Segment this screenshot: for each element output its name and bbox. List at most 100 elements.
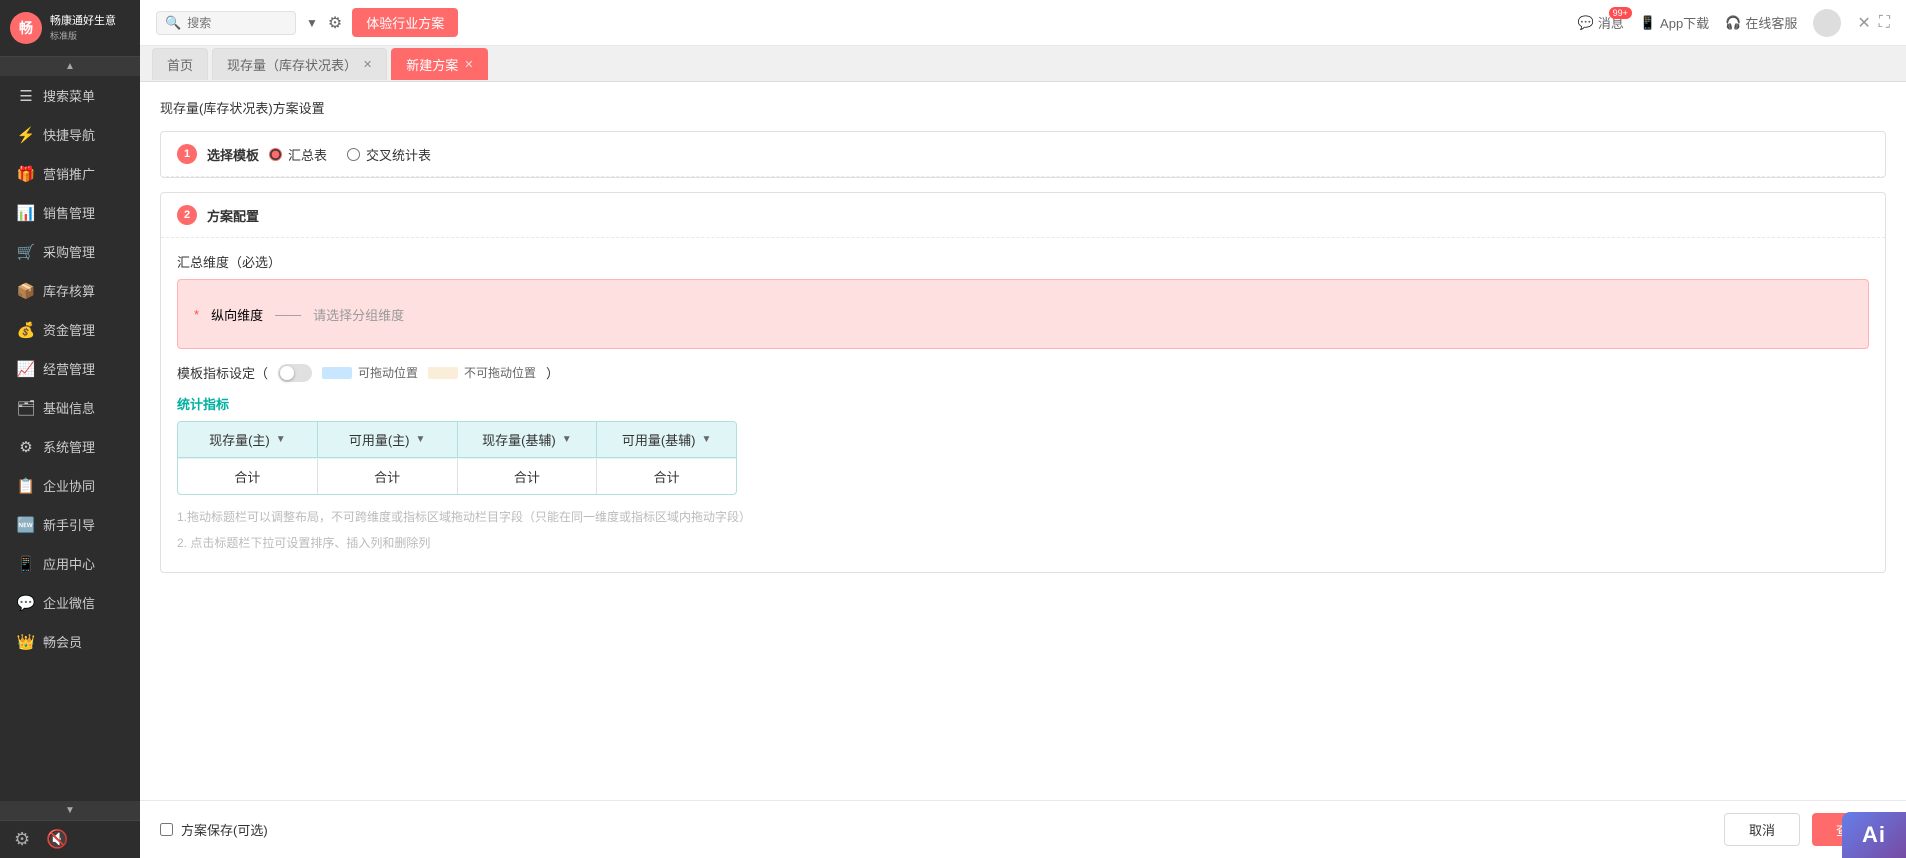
sidebar-item-label: 新手引导 xyxy=(43,515,95,534)
tab-home[interactable]: 首页 xyxy=(152,48,208,80)
topbar-right: 💬 消息 99+ 📱 App下载 🎧 在线客服 ✕ ⛶ xyxy=(1578,9,1890,37)
sidebar-item-inventory[interactable]: 📦 库存核算 xyxy=(0,271,140,310)
topbar-gear-icon[interactable]: ⚙ xyxy=(328,13,342,33)
sidebar-item-label: 系统管理 xyxy=(43,437,95,456)
search-icon: 🔍 xyxy=(165,15,181,31)
dimension-box[interactable]: * 纵向维度 —— 请选择分组维度 xyxy=(177,279,1869,349)
step2-body: 汇总维度（必选） * 纵向维度 —— 请选择分组维度 模板指标设定（ xyxy=(161,238,1885,572)
sidebar-item-label: 畅会员 xyxy=(43,632,82,651)
app-download-badge[interactable]: 📱 App下载 xyxy=(1640,13,1709,32)
step2-badge: 2 xyxy=(177,205,197,225)
sidebar-item-system[interactable]: ⚙ 系统管理 xyxy=(0,427,140,466)
ai-badge[interactable]: Ai xyxy=(1842,812,1906,858)
app-edition: 标准版 xyxy=(50,29,116,42)
volume-icon[interactable]: 🔇 xyxy=(46,829,68,850)
step2-header: 2 方案配置 xyxy=(161,193,1885,238)
radio-cross[interactable]: 交叉统计表 xyxy=(347,145,431,164)
app-download-label: App下载 xyxy=(1660,13,1709,32)
stats-header-cell-1[interactable]: 可用量(主) ▼ xyxy=(318,422,458,457)
close-icon[interactable]: ✕ xyxy=(1857,13,1870,33)
draggable-legend-label: 可拖动位置 xyxy=(358,364,418,381)
step2-title: 方案配置 xyxy=(207,206,259,225)
inventory-status-tab-label: 现存量（库存状况表） xyxy=(227,55,357,74)
stats-header-cell-0[interactable]: 现存量(主) ▼ xyxy=(178,422,318,457)
tab-inventory-status[interactable]: 现存量（库存状况表） ✕ xyxy=(212,48,387,80)
tab-close-new-plan[interactable]: ✕ xyxy=(464,58,473,71)
sidebar-item-member[interactable]: 👑 畅会员 xyxy=(0,622,140,661)
draggable-color-box xyxy=(322,367,352,379)
step1-title: 选择模板 xyxy=(207,145,259,164)
stats-col-1-label: 可用量(主) xyxy=(349,430,410,449)
headset-icon: 🎧 xyxy=(1725,15,1741,31)
window-controls: ✕ ⛶ xyxy=(1857,13,1890,33)
fixed-legend: 不可拖动位置 xyxy=(428,364,536,381)
stats-header-cell-3[interactable]: 可用量(基辅) ▼ xyxy=(597,422,736,457)
topbar: 🔍 ▼ ⚙ 体验行业方案 💬 消息 99+ 📱 App下载 🎧 在线客服 xyxy=(140,0,1906,46)
user-avatar[interactable] xyxy=(1813,9,1841,37)
sidebar-item-wechat[interactable]: 💬 企业微信 xyxy=(0,583,140,622)
chevron-down-icon-1: ▼ xyxy=(416,434,426,445)
cancel-button[interactable]: 取消 xyxy=(1724,813,1800,846)
contract-icon: 📋 xyxy=(17,477,35,495)
sidebar-item-finance[interactable]: 💰 资金管理 xyxy=(0,310,140,349)
stats-cell-0-2: 合计 xyxy=(458,459,598,494)
online-service-badge[interactable]: 🎧 在线客服 xyxy=(1725,13,1797,32)
sidebar-item-label: 营销推广 xyxy=(43,164,95,183)
fixed-legend-label: 不可拖动位置 xyxy=(464,364,536,381)
search-menu-icon: ☰ xyxy=(17,87,35,105)
sidebar-nav: ☰ 搜索菜单 ⚡ 快捷导航 🎁 营销推广 📊 销售管理 🛒 采购管理 📦 库存核… xyxy=(0,76,140,801)
tab-close-inventory[interactable]: ✕ xyxy=(363,58,372,71)
stats-header: 现存量(主) ▼ 可用量(主) ▼ 现存量(基辅) ▼ xyxy=(178,422,736,458)
step1-badge: 1 xyxy=(177,144,197,164)
sidebar-item-sales[interactable]: 📊 销售管理 xyxy=(0,193,140,232)
topbar-search-box[interactable]: 🔍 xyxy=(156,11,296,35)
dimension-row: * 纵向维度 —— 请选择分组维度 xyxy=(194,305,404,324)
sidebar-item-basic[interactable]: 🗂 基础信息 xyxy=(0,388,140,427)
radio-cross-input[interactable] xyxy=(347,148,360,161)
quick-nav-icon: ⚡ xyxy=(17,126,35,144)
sidebar-item-quick-nav[interactable]: ⚡ 快捷导航 xyxy=(0,115,140,154)
radio-summary-input[interactable] xyxy=(269,148,282,161)
message-icon: 💬 xyxy=(1578,15,1594,31)
chevron-down-icon-2: ▼ xyxy=(562,434,572,445)
tip-1: 1.拖动标题栏可以调整布局，不可跨维度或指标区域拖动栏目字段（只能在同一维度或指… xyxy=(177,507,1869,529)
topbar-dropdown[interactable]: ▼ xyxy=(306,16,318,30)
stats-col-0-label: 现存量(主) xyxy=(209,430,270,449)
chevron-down-icon-3: ▼ xyxy=(702,434,712,445)
indicator-setting-label: 模板指标设定（ xyxy=(177,363,268,382)
save-checkbox[interactable] xyxy=(160,823,173,836)
sidebar-item-marketing[interactable]: 🎁 营销推广 xyxy=(0,154,140,193)
step1-section: 1 选择模板 汇总表 交叉统计表 xyxy=(160,131,1886,178)
appstore-icon: 📱 xyxy=(17,555,35,573)
sidebar-item-contract[interactable]: 📋 企业协同 xyxy=(0,466,140,505)
sidebar-item-search-menu[interactable]: ☰ 搜索菜单 xyxy=(0,76,140,115)
draggable-toggle[interactable] xyxy=(278,364,312,382)
sidebar-item-label: 资金管理 xyxy=(43,320,95,339)
settings-icon[interactable]: ⚙ xyxy=(14,829,30,850)
content-area: 现存量(库存状况表)方案设置 1 选择模板 汇总表 交叉统计表 xyxy=(140,82,1906,800)
sidebar-item-label: 快捷导航 xyxy=(43,125,95,144)
sidebar-item-newbie[interactable]: 🆕 新手引导 xyxy=(0,505,140,544)
wechat-icon: 💬 xyxy=(17,594,35,612)
indicator-settings-area: 模板指标设定（ 可拖动位置 不可拖动位置 ） xyxy=(177,363,1869,554)
new-plan-tab-label: 新建方案 xyxy=(406,55,458,74)
radio-summary[interactable]: 汇总表 xyxy=(269,145,327,164)
stats-col-2-label: 现存量(基辅) xyxy=(482,430,556,449)
trial-button[interactable]: 体验行业方案 xyxy=(352,8,458,37)
tab-new-plan[interactable]: 新建方案 ✕ xyxy=(391,48,488,80)
sidebar-scroll-down[interactable]: ▼ xyxy=(0,801,140,820)
basic-icon: 🗂 xyxy=(17,399,35,417)
expand-icon[interactable]: ⛶ xyxy=(1879,14,1890,32)
system-icon: ⚙ xyxy=(17,438,35,456)
stats-header-cell-2[interactable]: 现存量(基辅) ▼ xyxy=(458,422,598,457)
stats-cell-0-1: 合计 xyxy=(318,459,458,494)
sidebar-scroll-up[interactable]: ▲ xyxy=(0,57,140,76)
sidebar-item-purchase[interactable]: 🛒 采购管理 xyxy=(0,232,140,271)
sidebar-item-appstore[interactable]: 📱 应用中心 xyxy=(0,544,140,583)
search-input[interactable] xyxy=(187,16,287,30)
member-icon: 👑 xyxy=(17,633,35,651)
message-badge[interactable]: 💬 消息 99+ xyxy=(1578,13,1624,32)
draggable-legend: 可拖动位置 xyxy=(322,364,418,381)
newbie-icon: 🆕 xyxy=(17,516,35,534)
sidebar-item-operation[interactable]: 📈 经营管理 xyxy=(0,349,140,388)
